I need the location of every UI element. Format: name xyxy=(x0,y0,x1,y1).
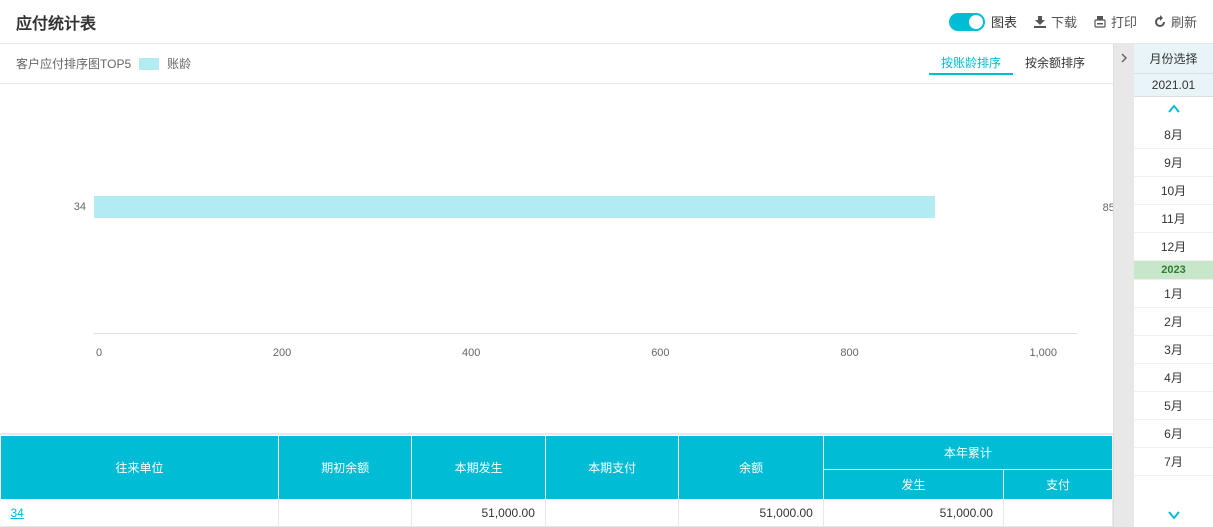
cell-unit: 34 xyxy=(1,500,279,527)
cell-balance: 51,000.00 xyxy=(679,500,824,527)
sidebar-month-item[interactable]: 12月 xyxy=(1134,233,1213,261)
col-opening: 期初余额 xyxy=(279,436,412,500)
legend-box-label: 账龄 xyxy=(167,55,191,72)
sidebar-month-item[interactable]: 11月 xyxy=(1134,205,1213,233)
sidebar-month-item[interactable]: 3月 xyxy=(1134,336,1213,364)
chart-section: 客户应付排序图TOP5 账龄 按账龄排序 按余额排序 34 xyxy=(0,44,1113,527)
chart-toggle-wrap: 图表 xyxy=(949,12,1017,31)
bar-fill xyxy=(94,196,935,218)
print-button[interactable]: 打印 xyxy=(1093,12,1137,31)
cell-opening xyxy=(279,500,412,527)
col-current-pay: 本期支付 xyxy=(545,436,678,500)
x-tick: 600 xyxy=(651,347,669,359)
x-axis: 0 200 400 600 800 1,000 xyxy=(96,347,1057,359)
col-ytd-occur: 发生 xyxy=(823,470,1003,500)
chart-legend: 客户应付排序图TOP5 账龄 xyxy=(16,55,191,72)
bar-label: 34 xyxy=(56,201,86,213)
page-title: 应付统计表 xyxy=(16,10,96,34)
chart-toggle[interactable] xyxy=(949,13,985,31)
bar-end-label: 856天 xyxy=(1103,199,1113,215)
x-tick: 400 xyxy=(462,347,480,359)
sidebar-month-item[interactable]: 5月 xyxy=(1134,392,1213,420)
sort-tabs: 按账龄排序 按余额排序 xyxy=(929,52,1097,75)
main-content: 客户应付排序图TOP5 账龄 按账龄排序 按余额排序 34 xyxy=(0,44,1213,527)
bar-track: 856天 xyxy=(94,196,1077,218)
table-section: 往来单位 期初余额 本期发生 本期支付 余额 本年累计 发生 支付 xyxy=(0,433,1113,527)
sort-tab-age[interactable]: 按账龄排序 xyxy=(929,52,1013,75)
header-actions: 图表 下载 打印 刷新 xyxy=(949,12,1197,31)
x-axis-line xyxy=(94,333,1077,334)
app-header: 应付统计表 图表 下载 打印 刷新 xyxy=(0,0,1213,44)
sort-tab-balance[interactable]: 按余额排序 xyxy=(1013,52,1097,75)
table-row: 34 51,000.00 51,000.00 51,000.00 xyxy=(1,500,1113,527)
chevron-up-icon xyxy=(1166,101,1182,117)
col-ytd: 本年累计 xyxy=(823,436,1112,470)
cell-ytd-occur: 51,000.00 xyxy=(823,500,1003,527)
sidebar-month-item[interactable]: 1月 xyxy=(1134,280,1213,308)
x-tick: 1,000 xyxy=(1029,347,1057,359)
cell-ytd-pay xyxy=(1003,500,1112,527)
sidebar-month-item[interactable]: 8月 xyxy=(1134,121,1213,149)
col-balance: 余额 xyxy=(679,436,824,500)
unit-link[interactable]: 34 xyxy=(11,506,24,520)
legend-box xyxy=(139,58,159,70)
refresh-button[interactable]: 刷新 xyxy=(1153,12,1197,31)
sidebar-months-list: 8月 9月 10月 11月 12月 2023 1月 2月 3月 4月 5月 6月… xyxy=(1134,121,1213,503)
sidebar-month-item[interactable]: 2月 xyxy=(1134,308,1213,336)
toggle-label: 图表 xyxy=(991,12,1017,31)
print-icon xyxy=(1093,15,1107,29)
chart-toolbar: 客户应付排序图TOP5 账龄 按账龄排序 按余额排序 xyxy=(0,44,1113,84)
sidebar-month-item[interactable]: 7月 xyxy=(1134,448,1213,476)
col-unit: 往来单位 xyxy=(1,436,279,500)
chart-area: 34 856天 0 200 400 xyxy=(0,84,1113,433)
download-button[interactable]: 下载 xyxy=(1033,12,1077,31)
cell-current-occur: 51,000.00 xyxy=(412,500,545,527)
sidebar-up-button[interactable] xyxy=(1134,97,1213,121)
right-sidebar: 月份选择 2021.01 8月 9月 10月 11月 12月 2023 1月 2… xyxy=(1133,44,1213,527)
chart-inner: 34 856天 0 200 400 xyxy=(16,94,1097,374)
sidebar-month-item[interactable]: 4月 xyxy=(1134,364,1213,392)
x-tick: 800 xyxy=(840,347,858,359)
chevron-down-icon xyxy=(1166,507,1182,523)
sidebar-current-period: 2021.01 xyxy=(1134,74,1213,97)
col-current-occur: 本期发生 xyxy=(412,436,545,500)
refresh-icon xyxy=(1153,15,1167,29)
table-row: 34 856天 xyxy=(56,196,1077,218)
legend-title: 客户应付排序图TOP5 xyxy=(16,55,131,72)
download-icon xyxy=(1033,15,1047,29)
x-tick: 200 xyxy=(273,347,291,359)
cell-current-pay xyxy=(545,500,678,527)
chevron-right-icon xyxy=(1118,52,1130,64)
bar-container: 34 856天 0 200 400 xyxy=(56,104,1077,334)
data-table: 往来单位 期初余额 本期发生 本期支付 余额 本年累计 发生 支付 xyxy=(0,435,1113,527)
x-tick: 0 xyxy=(96,347,102,359)
sidebar-month-item[interactable]: 6月 xyxy=(1134,420,1213,448)
sidebar-month-header: 月份选择 xyxy=(1134,44,1213,74)
sidebar-year-marker: 2023 xyxy=(1134,261,1213,280)
sidebar-month-item[interactable]: 9月 xyxy=(1134,149,1213,177)
col-ytd-pay: 支付 xyxy=(1003,470,1112,500)
sidebar-down-button[interactable] xyxy=(1134,503,1213,527)
sidebar-month-item[interactable]: 10月 xyxy=(1134,177,1213,205)
table-container: 往来单位 期初余额 本期发生 本期支付 余额 本年累计 发生 支付 xyxy=(0,435,1113,527)
sidebar-toggle[interactable] xyxy=(1113,44,1133,527)
